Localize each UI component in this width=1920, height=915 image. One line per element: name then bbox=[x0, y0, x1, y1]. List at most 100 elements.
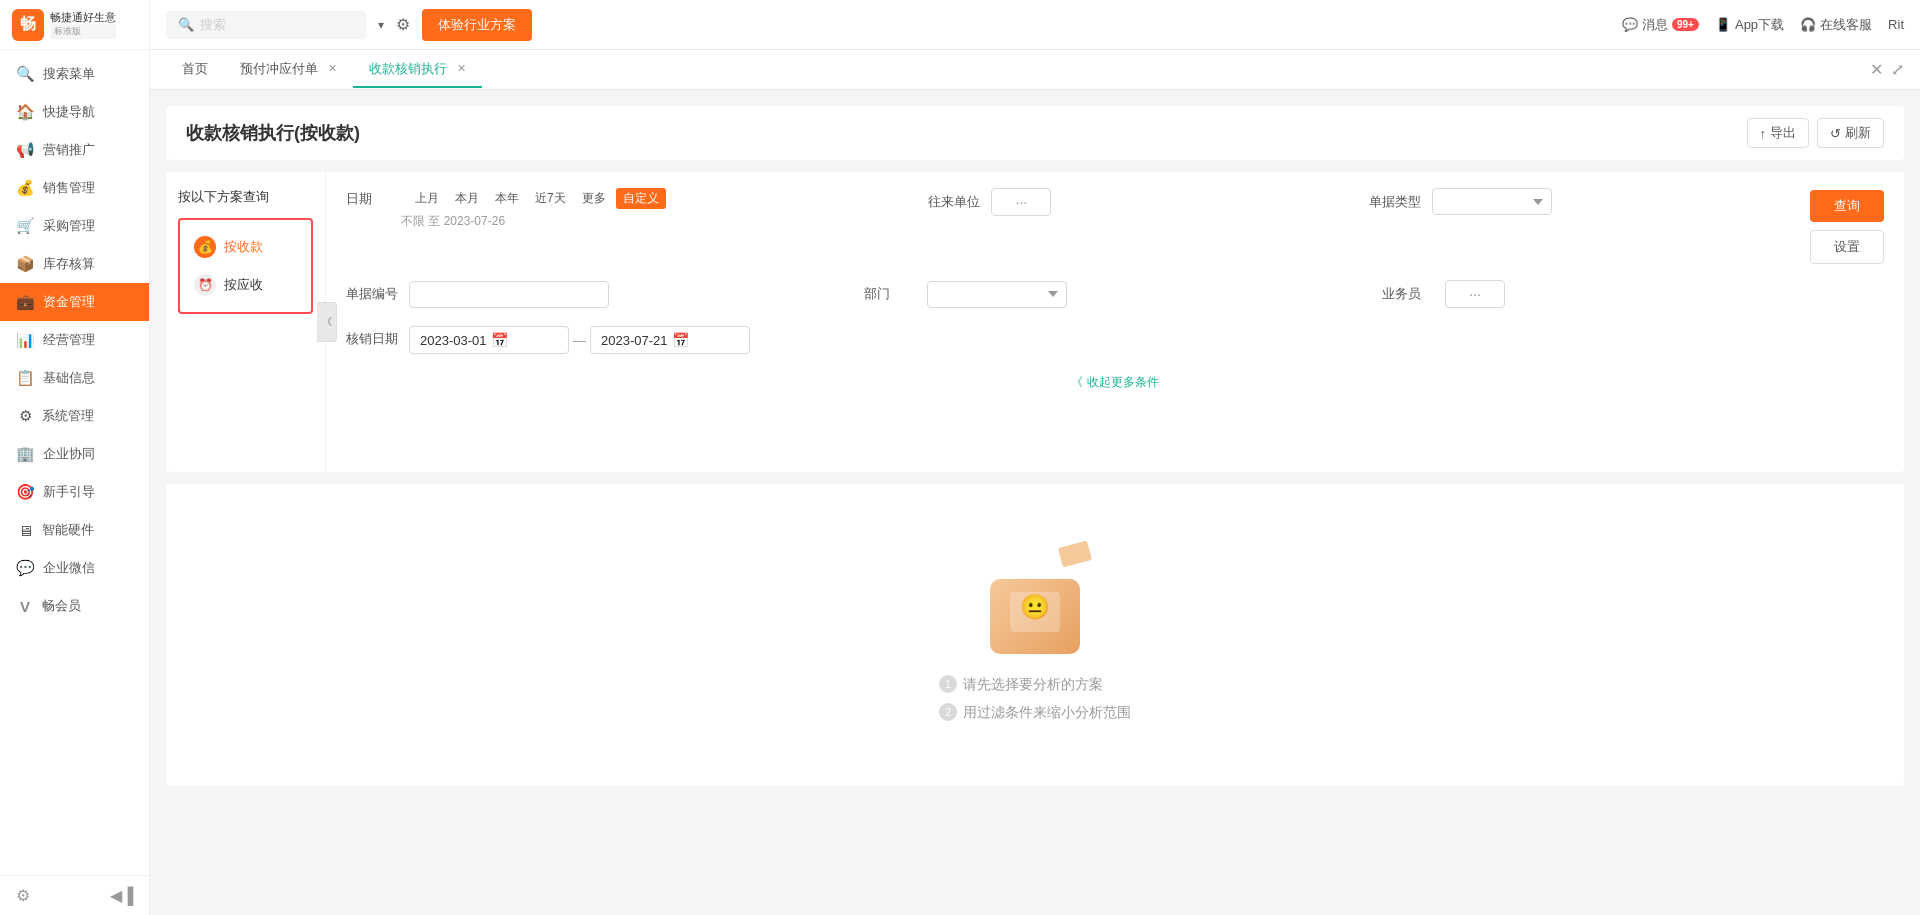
user-name[interactable]: Rit bbox=[1888, 17, 1904, 32]
sidebar-item-system[interactable]: ⚙ 系统管理 bbox=[0, 397, 149, 435]
purchase-icon: 🛒 bbox=[16, 217, 35, 235]
query-button[interactable]: 查询 bbox=[1810, 190, 1884, 222]
collapse-sidebar-icon[interactable]: ◀▐ bbox=[110, 886, 133, 905]
basic-info-icon: 📋 bbox=[16, 369, 35, 387]
sidebar-item-wechat[interactable]: 💬 企业微信 bbox=[0, 549, 149, 587]
app-download-action[interactable]: 📱 App下载 bbox=[1715, 16, 1784, 34]
tab-close-prepay[interactable]: ✕ bbox=[328, 62, 337, 75]
sidebar-item-inventory[interactable]: 📦 库存核算 bbox=[0, 245, 149, 283]
doc-type-label: 单据类型 bbox=[1369, 193, 1424, 211]
headset-icon: 🎧 bbox=[1800, 17, 1816, 32]
sidebar-item-operations[interactable]: 📊 经营管理 bbox=[0, 321, 149, 359]
verify-date-label: 核销日期 bbox=[346, 330, 401, 348]
verify-date-start-input[interactable]: 2023-03-01 📅 bbox=[409, 326, 569, 354]
sidebar-item-guide[interactable]: 🎯 新手引导 bbox=[0, 473, 149, 511]
logo-badge: 标准版 bbox=[50, 24, 116, 39]
search-icon: 🔍 bbox=[16, 65, 35, 83]
inventory-icon: 📦 bbox=[16, 255, 35, 273]
sidebar-item-search-menu[interactable]: 🔍 搜索菜单 bbox=[0, 55, 149, 93]
date-this-year[interactable]: 本年 bbox=[489, 188, 525, 209]
sidebar-bottom: ⚙ ◀▐ bbox=[0, 875, 149, 915]
message-icon: 💬 bbox=[1622, 17, 1638, 32]
tab-receipt-verify[interactable]: 收款核销执行 ✕ bbox=[353, 52, 482, 88]
counterparty-input[interactable]: ··· bbox=[991, 188, 1051, 216]
topbar-search-box[interactable]: 🔍 搜索 bbox=[166, 11, 366, 39]
empty-illustration: 😐 bbox=[975, 544, 1095, 654]
sidebar-item-enterprise[interactable]: 🏢 企业协同 bbox=[0, 435, 149, 473]
date-more[interactable]: 更多 bbox=[576, 188, 612, 209]
home-icon: 🏠 bbox=[16, 103, 35, 121]
date-no-limit: 不限 至 2023-07-26 bbox=[346, 213, 912, 230]
salesperson-input[interactable]: ··· bbox=[1445, 280, 1505, 308]
department-select[interactable] bbox=[927, 281, 1067, 308]
sidebar-item-marketing[interactable]: 📢 营销推广 bbox=[0, 131, 149, 169]
topbar: 🔍 搜索 ▾ ⚙ 体验行业方案 💬 消息 99+ 📱 App下载 🎧 在线客服 … bbox=[150, 0, 1920, 50]
page-content: 收款核销执行(按收款) ↑ 导出 ↺ 刷新 按以下方案查询 💰 bbox=[150, 90, 1920, 915]
logo-title: 畅捷通好生意 bbox=[50, 10, 116, 24]
counterparty-label: 往来单位 bbox=[928, 193, 983, 211]
sidebar: 畅 畅捷通好生意 标准版 🔍 搜索菜单 🏠 快捷导航 📢 营销推广 💰 销售管理… bbox=[0, 0, 150, 915]
filter-row-3: 核销日期 2023-03-01 📅 — 2023-07-21 📅 bbox=[346, 324, 1884, 354]
verify-date-field: 核销日期 2023-03-01 📅 — 2023-07-21 📅 bbox=[346, 324, 1884, 354]
empty-state: 😐 1 请先选择要分析的方案 2 用过滤条件来缩小分析范围 bbox=[166, 484, 1904, 786]
empty-hint-1: 1 请先选择要分析的方案 bbox=[939, 670, 1131, 698]
tab-prepay-order[interactable]: 预付冲应付单 ✕ bbox=[224, 52, 353, 88]
wechat-icon: 💬 bbox=[16, 559, 35, 577]
doc-no-input[interactable] bbox=[409, 281, 609, 308]
date-this-month[interactable]: 本月 bbox=[449, 188, 485, 209]
sidebar-item-purchase[interactable]: 🛒 采购管理 bbox=[0, 207, 149, 245]
online-service-action[interactable]: 🎧 在线客服 bbox=[1800, 16, 1872, 34]
sidebar-item-quick-nav[interactable]: 🏠 快捷导航 bbox=[0, 93, 149, 131]
phone-icon: 📱 bbox=[1715, 17, 1731, 32]
verify-date-range: 2023-03-01 📅 — 2023-07-21 📅 bbox=[409, 326, 750, 354]
collapse-more-button[interactable]: 《 收起更多条件 bbox=[346, 370, 1884, 395]
filter-option-by-receipt[interactable]: 💰 按收款 bbox=[188, 228, 303, 266]
tab-close-receipt[interactable]: ✕ bbox=[457, 62, 466, 75]
refresh-button[interactable]: ↺ 刷新 bbox=[1817, 118, 1884, 148]
department-field: 部门 bbox=[864, 281, 1366, 308]
tab-home[interactable]: 首页 bbox=[166, 52, 224, 88]
export-button[interactable]: ↑ 导出 bbox=[1747, 118, 1810, 148]
settings-button[interactable]: 设置 bbox=[1810, 230, 1884, 264]
settings-icon[interactable]: ⚙ bbox=[16, 886, 30, 905]
filter-panel-title: 按以下方案查询 bbox=[178, 188, 313, 206]
sidebar-item-finance[interactable]: 💼 资金管理 bbox=[0, 283, 149, 321]
message-badge: 99+ bbox=[1672, 18, 1699, 31]
sidebar-item-member[interactable]: V 畅会员 bbox=[0, 587, 149, 625]
filter-options-box: 💰 按收款 ⏰ 按应收 bbox=[178, 218, 313, 314]
topbar-actions: 💬 消息 99+ 📱 App下载 🎧 在线客服 Rit bbox=[1622, 16, 1904, 34]
guide-icon: 🎯 bbox=[16, 483, 35, 501]
maximize-window-icon[interactable]: ⤢ bbox=[1891, 60, 1904, 79]
date-shortcuts: 上月 本月 本年 近7天 更多 自定义 bbox=[409, 188, 666, 209]
operations-icon: 📊 bbox=[16, 331, 35, 349]
sidebar-item-basic-info[interactable]: 📋 基础信息 bbox=[0, 359, 149, 397]
receipt-icon: 💰 bbox=[194, 236, 216, 258]
calendar-end-icon: 📅 bbox=[672, 332, 689, 348]
main-content: 🔍 搜索 ▾ ⚙ 体验行业方案 💬 消息 99+ 📱 App下载 🎧 在线客服 … bbox=[150, 0, 1920, 915]
sidebar-item-sales[interactable]: 💰 销售管理 bbox=[0, 169, 149, 207]
search-icon: 🔍 bbox=[178, 17, 194, 32]
empty-hints: 1 请先选择要分析的方案 2 用过滤条件来缩小分析范围 bbox=[939, 670, 1131, 726]
date-custom[interactable]: 自定义 bbox=[616, 188, 666, 209]
topbar-gear-icon[interactable]: ⚙ bbox=[396, 15, 410, 34]
close-window-icon[interactable]: ✕ bbox=[1870, 60, 1883, 79]
department-label: 部门 bbox=[864, 285, 919, 303]
filter-option-by-receivable[interactable]: ⏰ 按应收 bbox=[188, 266, 303, 304]
finance-icon: 💼 bbox=[16, 293, 35, 311]
salesperson-field: 业务员 ··· bbox=[1382, 280, 1884, 308]
filter-row-2: 单据编号 部门 业务员 ··· bbox=[346, 280, 1884, 308]
page-actions: ↑ 导出 ↺ 刷新 bbox=[1747, 118, 1885, 148]
solution-button[interactable]: 体验行业方案 bbox=[422, 9, 532, 41]
verify-date-end-input[interactable]: 2023-07-21 📅 bbox=[590, 326, 750, 354]
message-action[interactable]: 💬 消息 99+ bbox=[1622, 16, 1699, 34]
logo-icon: 畅 bbox=[12, 9, 44, 41]
doc-type-select[interactable] bbox=[1432, 188, 1552, 215]
date-last-month[interactable]: 上月 bbox=[409, 188, 445, 209]
collapse-filter-panel-button[interactable]: 《 bbox=[317, 302, 337, 342]
topbar-dropdown-icon[interactable]: ▾ bbox=[378, 18, 384, 32]
system-icon: ⚙ bbox=[16, 407, 34, 425]
filter-right-panel: 日期 上月 本月 本年 近7天 更多 自定义 不限 bbox=[326, 172, 1904, 472]
sidebar-item-hardware[interactable]: 🖥 智能硬件 bbox=[0, 511, 149, 549]
date-last-7-days[interactable]: 近7天 bbox=[529, 188, 572, 209]
sales-icon: 💰 bbox=[16, 179, 35, 197]
